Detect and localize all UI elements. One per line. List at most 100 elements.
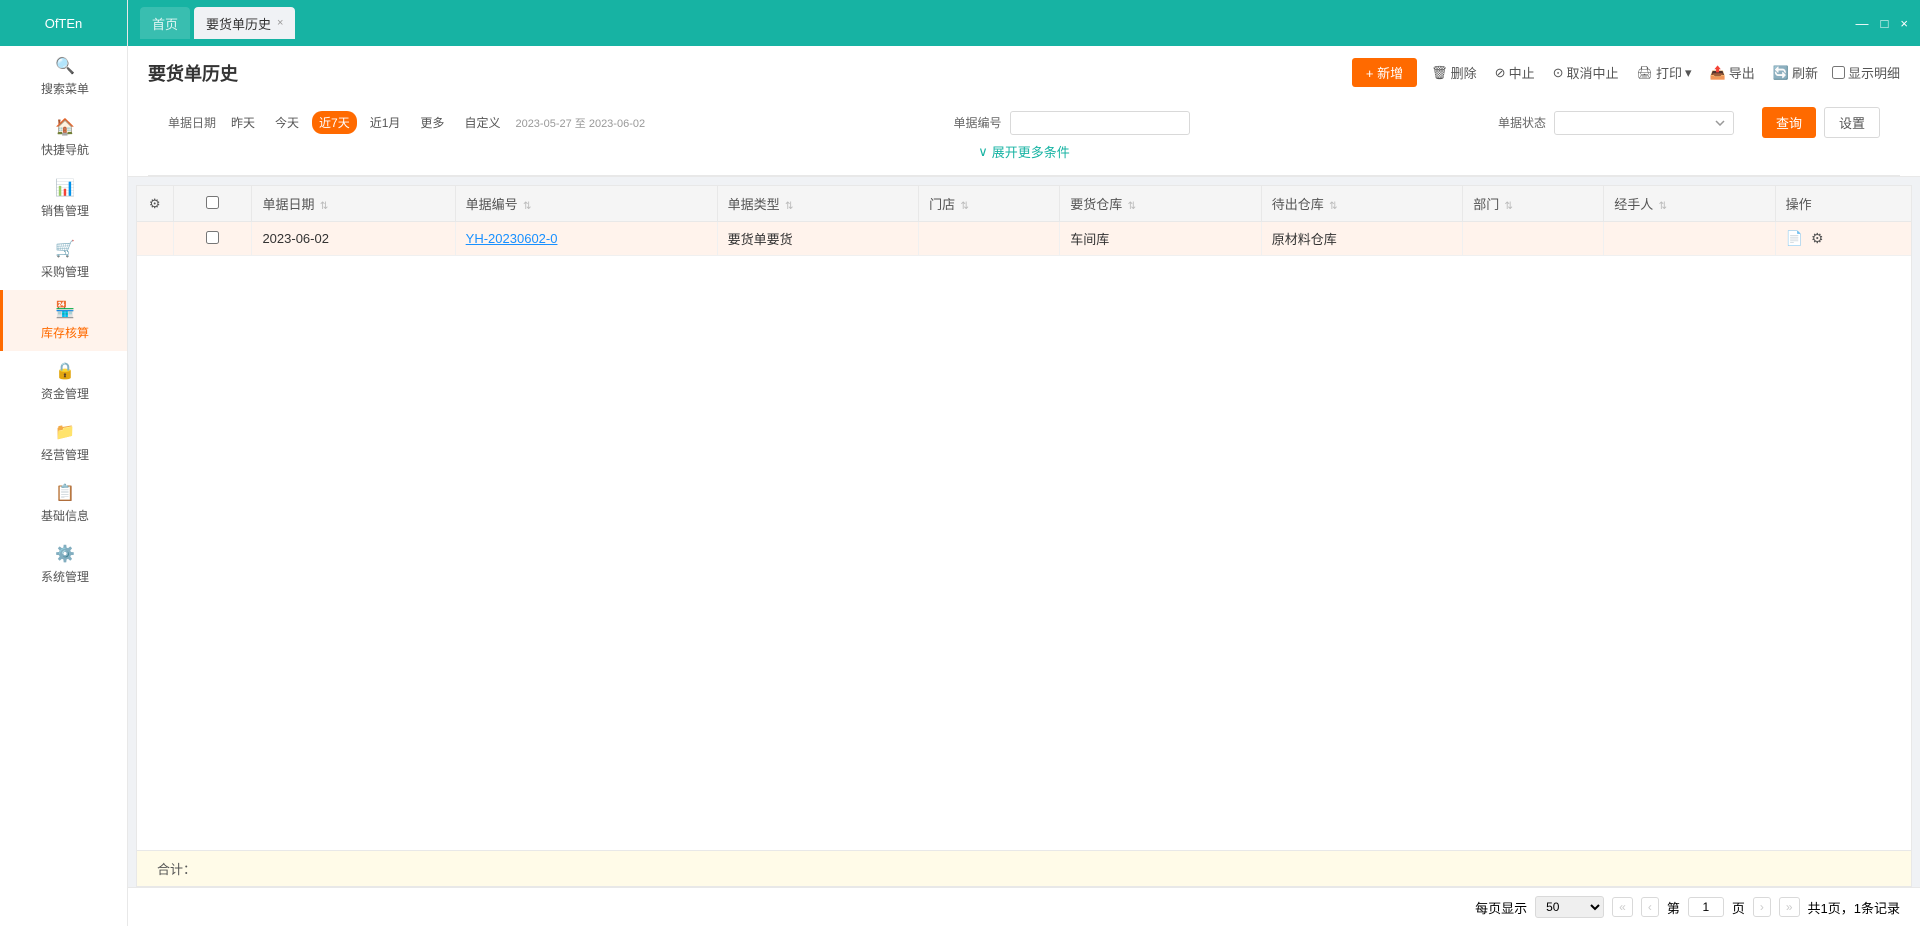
content-area: 要货单历史 + 新增 🗑 删除 ⊘ 中止 ⊙ 取消中止 — [128, 46, 1920, 926]
new-button[interactable]: + 新增 — [1352, 58, 1417, 87]
th-pending-warehouse[interactable]: 待出仓库 ⇅ — [1261, 186, 1462, 222]
tab-close-icon[interactable]: × — [277, 17, 283, 29]
print-icon: 🖨 — [1637, 65, 1654, 81]
cancel-stop-icon: ⊙ — [1553, 65, 1564, 81]
bill-no-input[interactable] — [1010, 111, 1190, 135]
row-bill-no-link[interactable]: YH-20230602-0 — [466, 231, 558, 246]
cancel-stop-button[interactable]: ⊙ 取消中止 — [1549, 61, 1623, 84]
td-row-settings — [137, 222, 173, 256]
sidebar-item-basic-info[interactable]: 📋 基础信息 — [0, 473, 127, 534]
th-store[interactable]: 门店 ⇅ — [919, 186, 1060, 222]
basic-info-icon: 📋 — [55, 483, 75, 503]
td-bill-type: 要货单要货 — [717, 222, 918, 256]
row-checkbox[interactable] — [206, 231, 219, 244]
th-bill-no[interactable]: 单据编号 ⇅ — [455, 186, 717, 222]
topbar-minimize-icon[interactable]: — — [1856, 16, 1869, 31]
page-title: 要货单历史 — [148, 60, 238, 86]
sidebar-label-finance: 资金管理 — [41, 385, 89, 402]
display-detail-checkbox[interactable] — [1832, 66, 1845, 79]
td-bill-no: YH-20230602-0 — [455, 222, 717, 256]
date-btn-last7[interactable]: 近7天 — [312, 111, 357, 134]
next-page-button[interactable]: › — [1753, 897, 1771, 917]
sidebar-item-finance[interactable]: 🔒 资金管理 — [0, 351, 127, 412]
stop-button[interactable]: ⊘ 中止 — [1491, 61, 1539, 84]
status-label: 单据状态 — [1498, 114, 1546, 131]
expand-more-button[interactable]: ∨ 展开更多条件 — [168, 138, 1880, 165]
th-bill-type[interactable]: 单据类型 ⇅ — [717, 186, 918, 222]
sidebar-item-purchase[interactable]: 🛒 采购管理 — [0, 229, 127, 290]
th-pending-warehouse-sort-icon: ⇅ — [1329, 201, 1337, 212]
select-all-checkbox[interactable] — [206, 196, 219, 209]
sidebar-label-sales: 销售管理 — [41, 202, 89, 219]
row-view-icon[interactable]: 📄 — [1786, 230, 1803, 247]
th-req-warehouse[interactable]: 要货仓库 ⇅ — [1060, 186, 1261, 222]
page-size-select[interactable]: 10 20 50 100 — [1535, 896, 1604, 918]
td-handler — [1604, 222, 1775, 256]
export-button[interactable]: 📤 导出 — [1706, 61, 1759, 84]
tab-order-history-label: 要货单历史 — [206, 14, 271, 33]
th-bill-no-sort-icon: ⇅ — [523, 201, 531, 212]
sidebar-item-quick-nav[interactable]: 🏠 快捷导航 — [0, 107, 127, 168]
th-department-label: 部门 — [1473, 197, 1499, 212]
sidebar-item-sales[interactable]: 📊 销售管理 — [0, 168, 127, 229]
search-menu-icon: 🔍 — [55, 56, 75, 76]
date-btn-more[interactable]: 更多 — [413, 111, 451, 134]
export-icon: 📤 — [1710, 65, 1726, 81]
expand-more-label: 展开更多条件 — [992, 142, 1070, 161]
td-actions: 📄 ⚙ — [1775, 222, 1911, 256]
print-button[interactable]: 🖨 打印 ▾ — [1633, 61, 1696, 84]
th-department[interactable]: 部门 ⇅ — [1463, 186, 1604, 222]
export-label: 导出 — [1729, 63, 1755, 82]
row-date: 2023-06-02 — [262, 231, 329, 246]
filter-row-1: 单据日期 昨天 今天 近7天 近1月 更多 自定义 2023-05-27 至 2… — [168, 107, 1880, 138]
action-icons: 📄 ⚙ — [1786, 230, 1901, 247]
th-pending-warehouse-label: 待出仓库 — [1272, 197, 1324, 212]
tab-home-label: 首页 — [152, 14, 178, 33]
sidebar-item-operations[interactable]: 📁 经营管理 — [0, 412, 127, 473]
query-button[interactable]: 查询 — [1762, 107, 1816, 138]
display-detail-button[interactable]: 显示明细 — [1832, 63, 1900, 82]
sidebar-item-inventory[interactable]: 🏪 库存核算 — [0, 290, 127, 351]
th-handler[interactable]: 经手人 ⇅ — [1604, 186, 1775, 222]
th-date[interactable]: 单据日期 ⇅ — [252, 186, 455, 222]
sidebar-item-search-menu[interactable]: 🔍 搜索菜单 — [0, 46, 127, 107]
first-page-button[interactable]: « — [1612, 897, 1633, 917]
date-btn-today[interactable]: 今天 — [268, 111, 306, 134]
last-page-button[interactable]: » — [1779, 897, 1800, 917]
date-btn-yesterday[interactable]: 昨天 — [224, 111, 262, 134]
sidebar-label-basic-info: 基础信息 — [41, 507, 89, 524]
td-date: 2023-06-02 — [252, 222, 455, 256]
page-header: 要货单历史 + 新增 🗑 删除 ⊘ 中止 ⊙ 取消中止 — [128, 46, 1920, 177]
th-handler-sort-icon: ⇅ — [1659, 201, 1667, 212]
prev-page-button[interactable]: ‹ — [1641, 897, 1659, 917]
delete-button[interactable]: 🗑 删除 — [1427, 61, 1481, 84]
settings-button[interactable]: 设置 — [1824, 107, 1880, 138]
td-store — [919, 222, 1060, 256]
total-info: 共1页，1条记录 — [1808, 898, 1900, 917]
th-actions-label: 操作 — [1786, 197, 1812, 212]
topbar-maximize-icon[interactable]: □ — [1881, 16, 1889, 31]
main-area: 首页 要货单历史 × — □ × 要货单历史 + 新增 🗑 删除 — [128, 0, 1920, 926]
purchase-icon: 🛒 — [55, 239, 75, 259]
refresh-button[interactable]: 🔄 刷新 — [1769, 61, 1822, 84]
row-edit-icon[interactable]: ⚙ — [1811, 230, 1824, 247]
th-date-label: 单据日期 — [262, 197, 314, 212]
sidebar-item-system[interactable]: ⚙️ 系统管理 — [0, 534, 127, 595]
settings-column-icon[interactable]: ⚙ — [149, 196, 161, 211]
tab-order-history[interactable]: 要货单历史 × — [194, 7, 295, 39]
sidebar-label-inventory: 库存核算 — [41, 324, 89, 341]
topbar: 首页 要货单历史 × — □ × — [128, 0, 1920, 46]
topbar-close-icon[interactable]: × — [1900, 16, 1908, 31]
td-req-warehouse: 车间库 — [1060, 222, 1261, 256]
refresh-label: 刷新 — [1792, 63, 1818, 82]
th-store-sort-icon: ⇅ — [960, 201, 968, 212]
tab-home[interactable]: 首页 — [140, 7, 190, 39]
page-title-row: 要货单历史 + 新增 🗑 删除 ⊘ 中止 ⊙ 取消中止 — [148, 58, 1900, 87]
quick-nav-icon: 🏠 — [55, 117, 75, 137]
display-detail-label: 显示明细 — [1848, 63, 1900, 82]
bill-no-filter-group: 单据编号 — [954, 111, 1190, 135]
page-number-input[interactable]: 1 — [1688, 897, 1724, 917]
date-btn-last-month[interactable]: 近1月 — [363, 111, 408, 134]
date-btn-custom[interactable]: 自定义 — [457, 111, 507, 134]
status-select[interactable] — [1554, 111, 1734, 135]
